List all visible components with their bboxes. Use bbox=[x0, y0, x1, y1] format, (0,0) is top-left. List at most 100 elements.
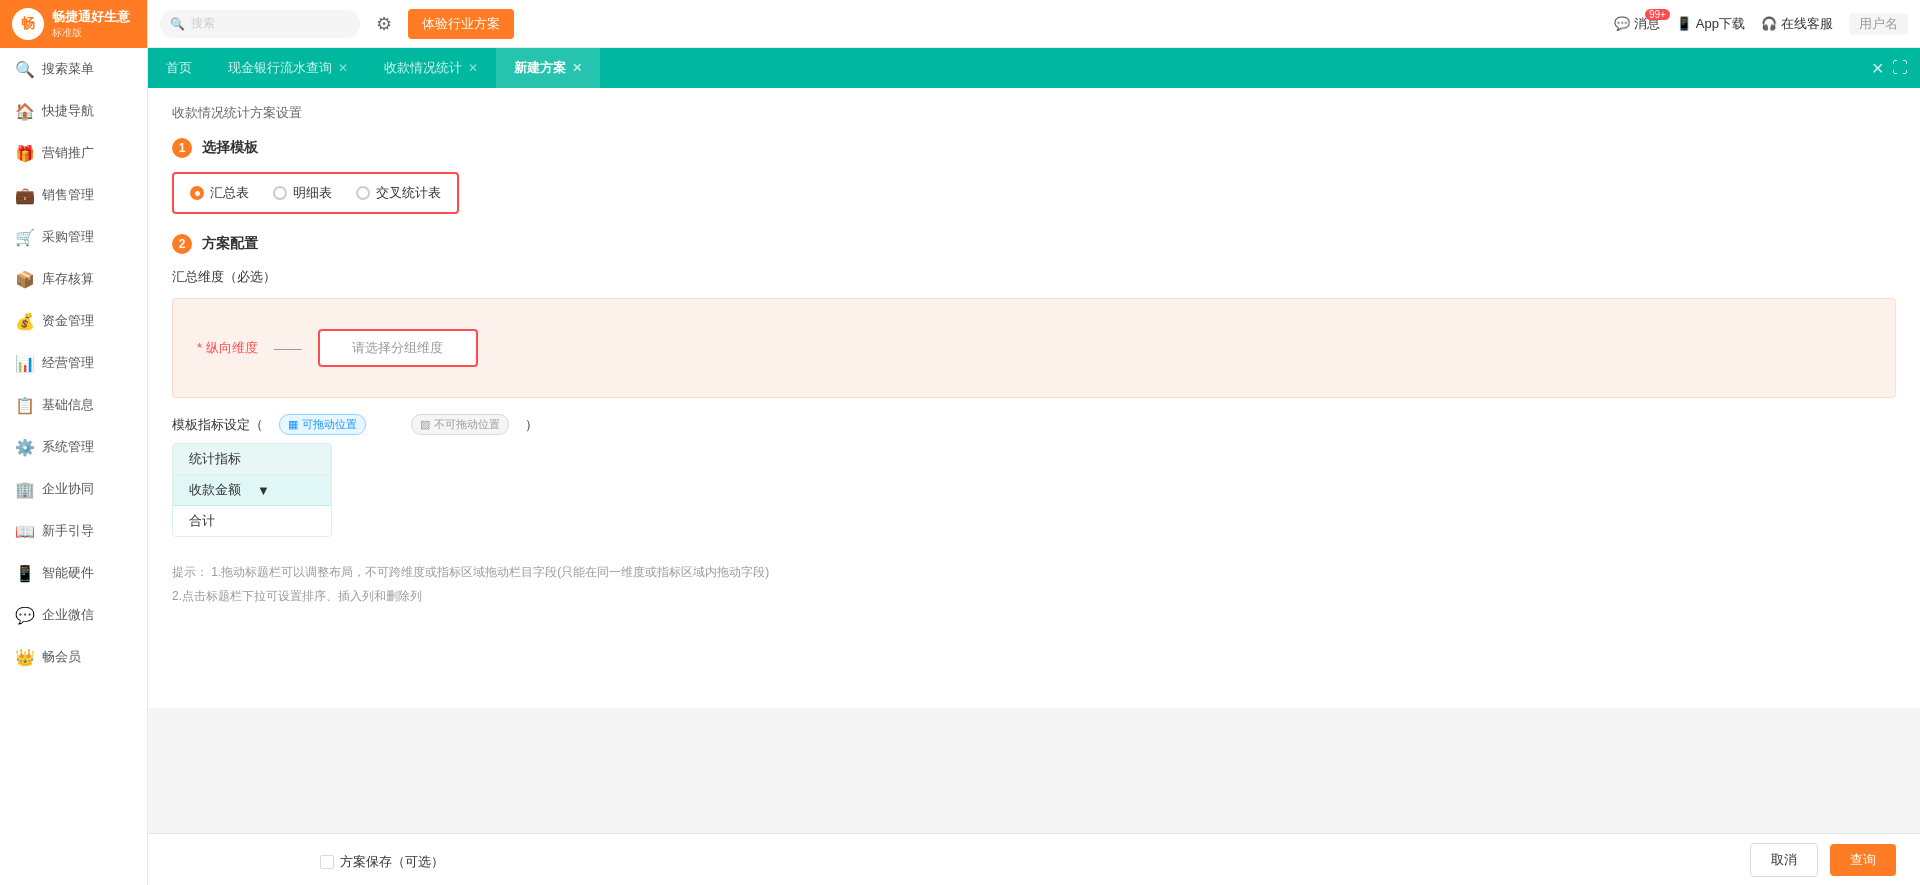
step2-section: 2 方案配置 汇总维度（必选） * 纵向维度 —— 请选择分组维度 bbox=[172, 234, 1896, 608]
message-count: 99+ bbox=[1645, 9, 1670, 20]
metrics-sep bbox=[382, 416, 395, 434]
metrics-table: 统计指标 收款金额 ▼ 合计 bbox=[172, 443, 332, 537]
radio-detail[interactable]: 明细表 bbox=[273, 184, 332, 202]
summary-dim-title: 汇总维度（必选） bbox=[172, 268, 1896, 286]
search-icon-topbar: 🔍 bbox=[170, 17, 185, 31]
main-area: 🔍 搜索 ⚙ 体验行业方案 💬 消息 99+ 📱 App下载 🎧 在线客服 用户… bbox=[148, 0, 1920, 885]
sidebar-logo: 畅 畅捷通好生意 标准版 bbox=[0, 0, 147, 48]
tab-cashflow-close[interactable]: ✕ bbox=[338, 61, 348, 75]
metrics-total-cell: 合计 bbox=[173, 506, 331, 536]
sidebar-item-search[interactable]: 🔍 搜索菜单 bbox=[0, 48, 147, 90]
gear-icon: ⚙️ bbox=[16, 438, 34, 456]
content-area: 收款情况统计方案设置 1 选择模板 汇总表 明细表 bbox=[148, 88, 1920, 885]
tab-receipt-stats[interactable]: 收款情况统计 ✕ bbox=[366, 48, 496, 88]
sidebar-item-member[interactable]: 👑 畅会员 bbox=[0, 636, 147, 678]
step1-number: 1 bbox=[172, 138, 192, 158]
cancel-button[interactable]: 取消 bbox=[1750, 843, 1818, 877]
app-download[interactable]: 📱 App下载 bbox=[1676, 15, 1745, 33]
plan-config: 汇总维度（必选） * 纵向维度 —— 请选择分组维度 模板指标 bbox=[172, 268, 1896, 608]
save-label: 方案保存（可选） bbox=[340, 853, 444, 871]
content-inner: 收款情况统计方案设置 1 选择模板 汇总表 明细表 bbox=[148, 88, 1920, 708]
dim-arrow: —— bbox=[274, 340, 302, 356]
template-selector: 汇总表 明细表 交叉统计表 bbox=[172, 172, 459, 214]
tab-new-plan[interactable]: 新建方案 ✕ bbox=[496, 48, 600, 88]
metrics-section: 模板指标设定（ ▦ 可拖动位置 ▧ 不可拖动位置 ） bbox=[172, 414, 1896, 540]
step2-number: 2 bbox=[172, 234, 192, 254]
tab-new-plan-close[interactable]: ✕ bbox=[572, 61, 582, 75]
sidebar-item-quicknav[interactable]: 🏠 快捷导航 bbox=[0, 90, 147, 132]
tab-receipt-stats-close[interactable]: ✕ bbox=[468, 61, 478, 75]
step1-header: 1 选择模板 bbox=[172, 138, 1896, 158]
briefcase-icon: 💼 bbox=[16, 186, 34, 204]
topbar-right: 💬 消息 99+ 📱 App下载 🎧 在线客服 用户名 bbox=[1614, 13, 1908, 35]
draggable-icon: ▦ bbox=[288, 418, 298, 431]
draggable-badge-yes: ▦ 可拖动位置 bbox=[279, 414, 366, 435]
step2-title: 方案配置 bbox=[202, 235, 258, 253]
topbar: 🔍 搜索 ⚙ 体验行业方案 💬 消息 99+ 📱 App下载 🎧 在线客服 用户… bbox=[148, 0, 1920, 48]
tab-home[interactable]: 首页 bbox=[148, 48, 210, 88]
sidebar-item-system[interactable]: ⚙️ 系统管理 bbox=[0, 426, 147, 468]
chart-icon: 📊 bbox=[16, 354, 34, 372]
metrics-label-row: 模板指标设定（ ▦ 可拖动位置 ▧ 不可拖动位置 ） bbox=[172, 414, 1896, 435]
trial-button[interactable]: 体验行业方案 bbox=[408, 9, 514, 39]
radio-cross[interactable]: 交叉统计表 bbox=[356, 184, 441, 202]
sidebar-item-newbie[interactable]: 📖 新手引导 bbox=[0, 510, 147, 552]
radio-cross-circle bbox=[356, 186, 370, 200]
hint-line2: 2.点击标题栏下拉可设置排序、插入列和删除列 bbox=[172, 584, 1896, 608]
metrics-col-header[interactable]: 收款金额 ▼ bbox=[173, 475, 331, 506]
chat-icon: 💬 bbox=[16, 606, 34, 624]
sidebar-item-sales[interactable]: 💼 销售管理 bbox=[0, 174, 147, 216]
sidebar-item-inventory[interactable]: 📦 库存核算 bbox=[0, 258, 147, 300]
hints-section: 提示： 1.拖动标题栏可以调整布局，不可跨维度或指标区域拖动栏目字段(只能在同一… bbox=[172, 560, 1896, 608]
tab-cashflow[interactable]: 现金银行流水查询 ✕ bbox=[210, 48, 366, 88]
phone-icon: 📱 bbox=[16, 564, 34, 582]
sidebar-item-finance[interactable]: 💰 资金管理 bbox=[0, 300, 147, 342]
logo-text: 畅捷通好生意 标准版 bbox=[52, 8, 130, 40]
sidebar-item-marketing[interactable]: 🎁 营销推广 bbox=[0, 132, 147, 174]
footer: 方案保存（可选） 取消 查询 bbox=[148, 833, 1920, 885]
radio-summary[interactable]: 汇总表 bbox=[190, 184, 249, 202]
user-info: 用户名 bbox=[1849, 13, 1908, 35]
metrics-section-label: 模板指标设定（ bbox=[172, 416, 263, 434]
page-title: 收款情况统计方案设置 bbox=[172, 104, 1896, 122]
settings-icon[interactable]: ⚙ bbox=[376, 13, 392, 35]
close-window-btn[interactable]: ✕ bbox=[1871, 59, 1884, 78]
not-draggable-icon: ▧ bbox=[420, 418, 430, 431]
search-icon: 🔍 bbox=[16, 60, 34, 78]
radio-summary-circle bbox=[190, 186, 204, 200]
sidebar-item-operations[interactable]: 📊 经营管理 bbox=[0, 342, 147, 384]
home-icon: 🏠 bbox=[16, 102, 34, 120]
maximize-btn[interactable]: ⛶ bbox=[1892, 59, 1908, 77]
sidebar-item-purchase[interactable]: 🛒 采购管理 bbox=[0, 216, 147, 258]
sidebar-item-wechat[interactable]: 💬 企业微信 bbox=[0, 594, 147, 636]
dimension-area: * 纵向维度 —— 请选择分组维度 bbox=[172, 298, 1896, 398]
topbar-search[interactable]: 🔍 搜索 bbox=[160, 10, 360, 38]
money-icon: 💰 bbox=[16, 312, 34, 330]
building-icon: 🏢 bbox=[16, 480, 34, 498]
hint-line1: 提示： 1.拖动标题栏可以调整布局，不可跨维度或指标区域拖动栏目字段(只能在同一… bbox=[172, 560, 1896, 584]
book-icon: 📖 bbox=[16, 522, 34, 540]
search-placeholder: 搜索 bbox=[191, 15, 215, 32]
step2-header: 2 方案配置 bbox=[172, 234, 1896, 254]
sidebar-item-basicinfo[interactable]: 📋 基础信息 bbox=[0, 384, 147, 426]
message-icon: 💬 bbox=[1614, 16, 1630, 31]
online-service[interactable]: 🎧 在线客服 bbox=[1761, 15, 1833, 33]
dimension-select[interactable]: 请选择分组维度 bbox=[318, 329, 478, 367]
save-checkbox-area[interactable]: 方案保存（可选） bbox=[320, 853, 444, 871]
vertical-dim-label: * 纵向维度 bbox=[197, 339, 258, 357]
query-button[interactable]: 查询 bbox=[1830, 844, 1896, 876]
headset-icon: 🎧 bbox=[1761, 16, 1777, 31]
app-icon: 📱 bbox=[1676, 16, 1692, 31]
message-badge-area[interactable]: 💬 消息 99+ bbox=[1614, 15, 1660, 33]
crown-icon: 👑 bbox=[16, 648, 34, 666]
gift-icon: 🎁 bbox=[16, 144, 34, 162]
sidebar-item-smarthw[interactable]: 📱 智能硬件 bbox=[0, 552, 147, 594]
list-icon: 📋 bbox=[16, 396, 34, 414]
logo-icon: 畅 bbox=[12, 8, 44, 40]
step1-title: 选择模板 bbox=[202, 139, 258, 157]
step1-section: 1 选择模板 汇总表 明细表 交叉统计表 bbox=[172, 138, 1896, 214]
sidebar-item-enterprise[interactable]: 🏢 企业协同 bbox=[0, 468, 147, 510]
cart-icon: 🛒 bbox=[16, 228, 34, 246]
save-checkbox[interactable] bbox=[320, 855, 334, 869]
metrics-table-header: 统计指标 bbox=[173, 444, 331, 475]
